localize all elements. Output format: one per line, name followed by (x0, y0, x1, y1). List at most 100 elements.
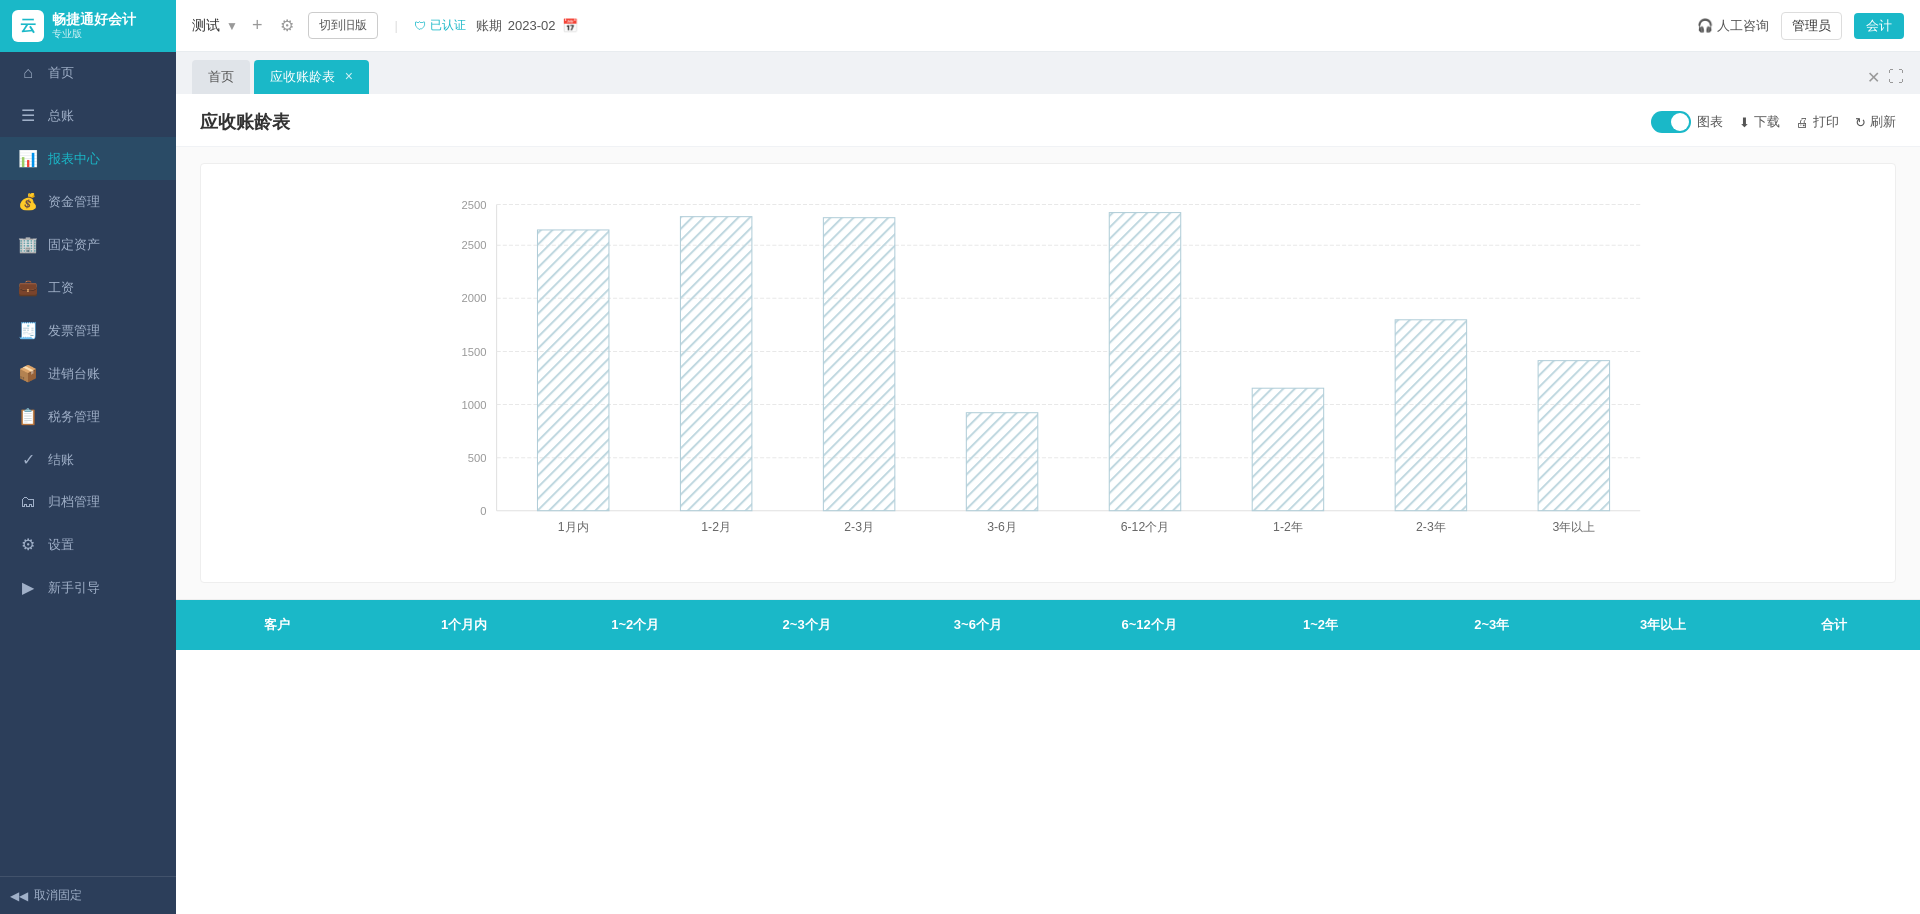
sidebar-item-label: 报表中心 (48, 150, 100, 168)
tax-icon: 📋 (18, 407, 38, 426)
sidebar-item-settlement[interactable]: ✓ 结账 (0, 438, 176, 481)
consultation-label: 人工咨询 (1717, 17, 1769, 35)
sidebar-item-settings[interactable]: ⚙ 设置 (0, 523, 176, 566)
maximize-window-icon[interactable]: ⛶ (1888, 68, 1904, 86)
download-label: 下载 (1754, 113, 1780, 131)
add-button[interactable]: + (248, 15, 267, 36)
th-3-6month: 3~6个月 (892, 616, 1063, 634)
svg-text:2-3月: 2-3月 (844, 520, 874, 534)
app-version: 专业版 (52, 27, 136, 41)
th-1month: 1个月内 (378, 616, 549, 634)
sidebar-item-home[interactable]: ⌂ 首页 (0, 52, 176, 94)
download-button[interactable]: ⬇ 下载 (1739, 113, 1780, 131)
sidebar-item-report-center[interactable]: 📊 报表中心 (0, 137, 176, 180)
svg-text:3-6月: 3-6月 (987, 520, 1017, 534)
th-1-2year: 1~2年 (1235, 616, 1406, 634)
bar-1-2年 (1252, 388, 1323, 511)
settings-gear-icon[interactable]: ⚙ (276, 16, 298, 35)
sidebar-item-tax[interactable]: 📋 税务管理 (0, 395, 176, 438)
project-name: 测试 (192, 17, 220, 35)
certified-badge: 🛡 已认证 (414, 17, 466, 34)
svg-text:2000: 2000 (461, 292, 486, 304)
sidebar-item-label: 资金管理 (48, 193, 100, 211)
sidebar-item-invoice[interactable]: 🧾 发票管理 (0, 309, 176, 352)
role-button[interactable]: 会计 (1854, 13, 1904, 39)
svg-text:1000: 1000 (461, 399, 486, 411)
tab-home-label: 首页 (208, 69, 234, 84)
svg-text:1500: 1500 (461, 346, 486, 358)
calendar-icon[interactable]: 📅 (562, 18, 578, 33)
sidebar-item-label: 发票管理 (48, 322, 100, 340)
chart-toggle[interactable] (1651, 111, 1691, 133)
sidebar-item-purchase-sales[interactable]: 📦 进销台账 (0, 352, 176, 395)
top-nav: 测试 ▼ + ⚙ 切到旧版 | 🛡 已认证 账期 2023-02 📅 🎧 人工咨… (176, 0, 1920, 52)
th-6-12month: 6~12个月 (1064, 616, 1235, 634)
home-icon: ⌂ (18, 64, 38, 82)
bar-1-2月 (680, 217, 751, 511)
old-version-button[interactable]: 切到旧版 (308, 12, 378, 39)
svg-text:2500: 2500 (461, 199, 486, 211)
cancel-fixed-label: 取消固定 (34, 887, 82, 904)
sidebar-item-fund-management[interactable]: 💰 资金管理 (0, 180, 176, 223)
sidebar-item-fixed-assets[interactable]: 🏢 固定资产 (0, 223, 176, 266)
archive-icon: 🗂 (18, 493, 38, 511)
project-selector[interactable]: 测试 ▼ (192, 17, 238, 35)
svg-text:500: 500 (468, 452, 487, 464)
bar-1月内 (537, 230, 608, 511)
app-name: 畅捷通好会计 (52, 11, 136, 28)
period-info: 账期 2023-02 📅 (476, 17, 578, 35)
page-area: 应收账龄表 图表 ⬇ 下载 🖨 打印 ↻ 刷新 (176, 94, 1920, 914)
sidebar-item-archive[interactable]: 🗂 归档管理 (0, 481, 176, 523)
chart-area: 0 500 1000 1500 2000 2500 2500 1 (176, 147, 1920, 600)
main-content: 测试 ▼ + ⚙ 切到旧版 | 🛡 已认证 账期 2023-02 📅 🎧 人工咨… (176, 0, 1920, 914)
user-button[interactable]: 管理员 (1781, 12, 1842, 40)
sidebar-item-general-ledger[interactable]: ☰ 总账 (0, 94, 176, 137)
chart-toggle-wrap: 图表 (1651, 111, 1723, 133)
sidebar: 云 畅捷通好会计 专业版 ⌂ 首页 ☰ 总账 📊 报表中心 💰 资金管理 🏢 固… (0, 0, 176, 914)
refresh-button[interactable]: ↻ 刷新 (1855, 113, 1896, 131)
refresh-label: 刷新 (1870, 113, 1896, 131)
app-logo-icon: 云 (12, 10, 44, 42)
fund-icon: 💰 (18, 192, 38, 211)
close-window-icon[interactable]: ✕ (1867, 68, 1880, 87)
refresh-icon: ↻ (1855, 115, 1866, 130)
tab-close-icon[interactable]: × (345, 68, 353, 84)
purchase-icon: 📦 (18, 364, 38, 383)
th-total: 合计 (1749, 616, 1920, 634)
sidebar-item-salary[interactable]: 💼 工资 (0, 266, 176, 309)
sidebar-item-label: 税务管理 (48, 408, 100, 426)
svg-text:2500: 2500 (461, 239, 486, 251)
headset-icon: 🎧 (1697, 18, 1713, 33)
tab-ar-aging[interactable]: 应收账龄表 × (254, 60, 369, 94)
pin-icon: ◀◀ (10, 889, 28, 903)
sidebar-item-label: 固定资产 (48, 236, 100, 254)
period-label: 账期 (476, 17, 502, 35)
print-button[interactable]: 🖨 打印 (1796, 113, 1839, 131)
cancel-fixed-button[interactable]: ◀◀ 取消固定 (0, 876, 176, 914)
tab-ar-aging-label: 应收账龄表 (270, 69, 335, 84)
sidebar-logo: 云 畅捷通好会计 专业版 (0, 0, 176, 52)
svg-text:1-2年: 1-2年 (1273, 520, 1303, 534)
sidebar-item-label: 进销台账 (48, 365, 100, 383)
app-name-block: 畅捷通好会计 专业版 (52, 11, 136, 42)
th-customer: 客户 (176, 616, 378, 634)
svg-text:3年以上: 3年以上 (1552, 520, 1595, 534)
svg-text:6-12个月: 6-12个月 (1121, 520, 1170, 534)
invoice-icon: 🧾 (18, 321, 38, 340)
settlement-icon: ✓ (18, 450, 38, 469)
page-header: 应收账龄表 图表 ⬇ 下载 🖨 打印 ↻ 刷新 (176, 94, 1920, 147)
page-title: 应收账龄表 (200, 110, 290, 134)
bar-chart-svg: 0 500 1000 1500 2000 2500 2500 1 (221, 184, 1875, 572)
svg-text:1-2月: 1-2月 (701, 520, 731, 534)
sidebar-item-label: 新手引导 (48, 579, 100, 597)
th-2-3month: 2~3个月 (721, 616, 892, 634)
consultation-button[interactable]: 🎧 人工咨询 (1697, 17, 1769, 35)
download-icon: ⬇ (1739, 115, 1750, 130)
bar-3年以上 (1538, 361, 1609, 511)
sidebar-item-tutorial[interactable]: ▶ 新手引导 (0, 566, 176, 609)
print-label: 打印 (1813, 113, 1839, 131)
table-header: 客户 1个月内 1~2个月 2~3个月 3~6个月 6~12个月 1~2年 2~… (176, 600, 1920, 650)
tab-home[interactable]: 首页 (192, 60, 250, 94)
assets-icon: 🏢 (18, 235, 38, 254)
chart-toggle-label: 图表 (1697, 113, 1723, 131)
